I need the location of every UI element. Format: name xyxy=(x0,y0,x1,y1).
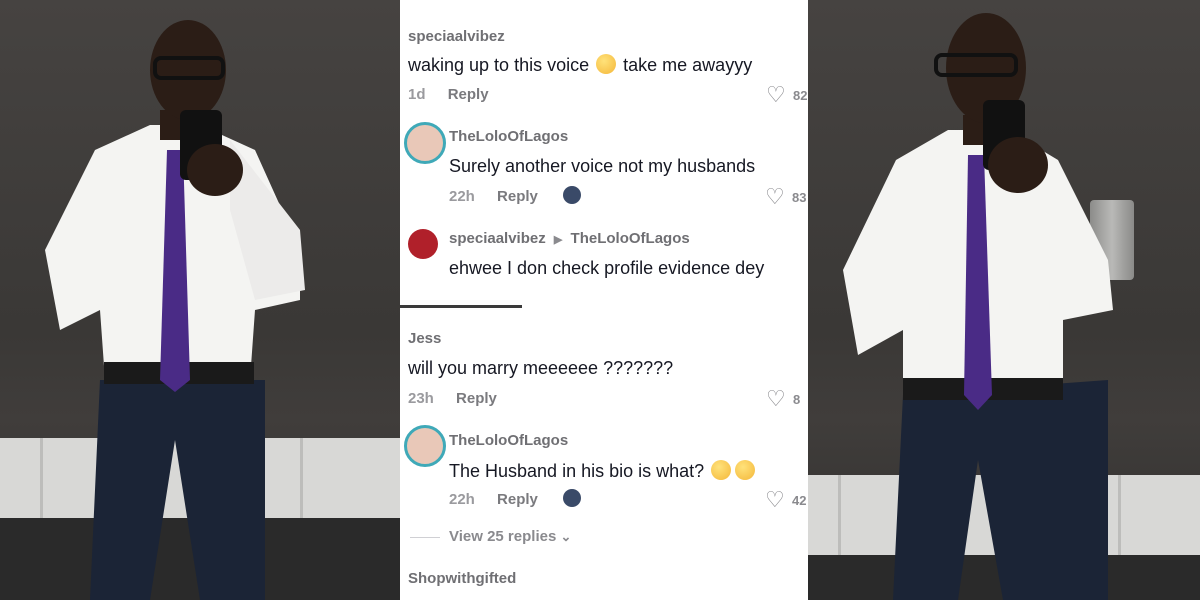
comment-text-part1: The Husband in his bio is what? xyxy=(449,461,705,481)
comment-username[interactable]: speciaalvibez xyxy=(449,230,546,247)
comment-meta: 23h Reply xyxy=(408,390,497,407)
comment-text: ehwee I don check profile evidence dey xyxy=(449,258,765,278)
reply-button[interactable]: Reply xyxy=(497,491,538,508)
like-count: 83 xyxy=(792,190,807,205)
chevron-down-icon: ⌄ xyxy=(560,529,572,544)
comment-meta: 22h Reply xyxy=(449,188,538,205)
heart-icon[interactable]: ♡ xyxy=(766,82,786,108)
comment-meta: 22h Reply xyxy=(449,491,538,508)
comment-username[interactable]: Shopwithgifted xyxy=(408,570,516,587)
comment-username[interactable]: TheLoloOfLagos xyxy=(449,128,568,145)
avatar[interactable] xyxy=(404,122,446,164)
like-count: 42 xyxy=(792,493,807,508)
reply-to-username[interactable]: TheLoloOfLagos xyxy=(571,230,690,247)
scroll-indicator xyxy=(400,305,522,308)
comment-text: will you marry meeeeee ??????? xyxy=(408,358,674,378)
comment-time: 1d xyxy=(408,86,426,103)
comment-text: The Husband in his bio is what? xyxy=(449,460,757,482)
reply-header: speciaalvibez ▶ TheLoloOfLagos xyxy=(449,230,690,247)
comment-item: Jess xyxy=(408,330,441,347)
creator-liked-icon xyxy=(563,186,581,204)
comment-meta: 1d Reply xyxy=(408,86,489,103)
man-figure xyxy=(45,20,305,600)
avatar[interactable] xyxy=(408,229,438,259)
like-count: 82 xyxy=(793,88,808,103)
comment-time: 22h xyxy=(449,188,475,205)
reply-button[interactable]: Reply xyxy=(497,188,538,205)
comment-item: Shopwithgifted xyxy=(408,570,516,587)
heart-icon[interactable]: ♡ xyxy=(765,487,785,513)
comment-username[interactable]: Jess xyxy=(408,330,441,347)
triangle-right-icon: ▶ xyxy=(553,234,563,246)
comment-time: 22h xyxy=(449,491,475,508)
reply-button[interactable]: Reply xyxy=(456,390,497,407)
comment-text-part1: waking up to this voice xyxy=(408,55,590,75)
avatar[interactable] xyxy=(404,425,446,467)
comment-item: speciaalvibez xyxy=(408,28,505,45)
laughing-face-emoji-icon xyxy=(711,460,732,480)
view-replies-line xyxy=(410,537,440,538)
comment-time: 23h xyxy=(408,390,434,407)
laughing-face-emoji-icon xyxy=(735,460,756,480)
left-photo xyxy=(0,0,400,600)
comments-panel: speciaalvibez waking up to this voice ta… xyxy=(400,0,808,600)
creator-liked-icon xyxy=(563,489,581,507)
comment-username[interactable]: speciaalvibez xyxy=(408,28,505,45)
right-photo xyxy=(808,0,1200,600)
reply-button[interactable]: Reply xyxy=(448,86,489,103)
comment-item: TheLoloOfLagos xyxy=(449,128,568,145)
man-figure xyxy=(843,13,1113,600)
like-count: 8 xyxy=(793,392,801,407)
comment-text: Surely another voice not my husbands xyxy=(449,156,756,176)
comment-text-part2: take me awayyy xyxy=(623,55,753,75)
pleading-face-emoji-icon xyxy=(596,54,617,74)
comment-text: waking up to this voice take me awayyy xyxy=(408,54,752,76)
heart-icon[interactable]: ♡ xyxy=(766,386,786,412)
comment-username[interactable]: TheLoloOfLagos xyxy=(449,432,568,449)
view-replies-label: View 25 replies xyxy=(449,528,557,545)
view-replies-button[interactable]: View 25 replies ⌄ xyxy=(449,528,571,545)
heart-icon[interactable]: ♡ xyxy=(765,184,785,210)
comment-item: TheLoloOfLagos xyxy=(449,432,568,449)
